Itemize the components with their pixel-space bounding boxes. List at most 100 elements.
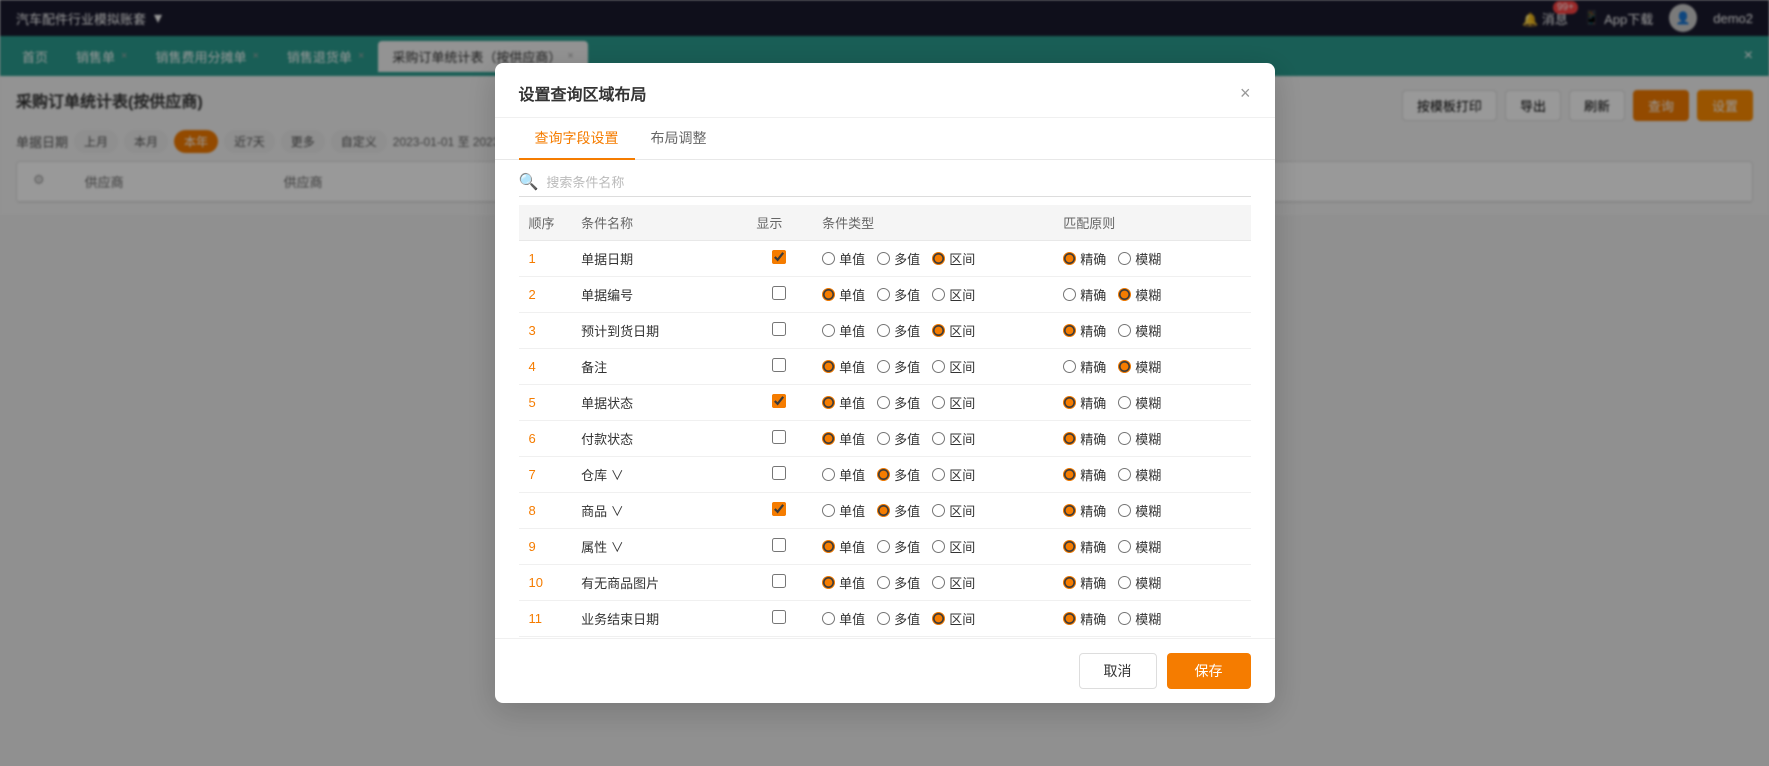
type-radio-label[interactable]: 区间: [932, 249, 975, 268]
show-checkbox[interactable]: [772, 322, 786, 336]
match-radio-label[interactable]: 精确: [1063, 501, 1106, 520]
type-radio[interactable]: [932, 360, 945, 373]
match-radio-label[interactable]: 精确: [1063, 321, 1106, 340]
type-radio[interactable]: [932, 468, 945, 481]
type-radio[interactable]: [932, 540, 945, 553]
match-radio[interactable]: [1118, 288, 1131, 301]
match-radio-label[interactable]: 精确: [1063, 393, 1106, 412]
type-radio[interactable]: [932, 576, 945, 589]
type-radio-label[interactable]: 区间: [932, 537, 975, 556]
type-radio-label[interactable]: 单值: [822, 393, 865, 412]
type-radio[interactable]: [822, 504, 835, 517]
type-radio-label[interactable]: 多值: [877, 321, 920, 340]
type-radio[interactable]: [877, 324, 890, 337]
match-radio[interactable]: [1063, 576, 1076, 589]
type-radio-label[interactable]: 区间: [932, 393, 975, 412]
type-radio-label[interactable]: 单值: [822, 357, 865, 376]
type-radio-label[interactable]: 多值: [877, 573, 920, 592]
show-checkbox[interactable]: [772, 250, 786, 264]
match-radio[interactable]: [1063, 252, 1076, 265]
type-radio-label[interactable]: 单值: [822, 573, 865, 592]
type-radio[interactable]: [822, 576, 835, 589]
match-radio-label[interactable]: 模糊: [1118, 429, 1161, 448]
match-radio-label[interactable]: 模糊: [1118, 393, 1161, 412]
type-radio[interactable]: [822, 432, 835, 445]
type-radio[interactable]: [877, 432, 890, 445]
type-radio-label[interactable]: 区间: [932, 465, 975, 484]
type-radio[interactable]: [932, 252, 945, 265]
type-radio[interactable]: [822, 324, 835, 337]
match-radio-label[interactable]: 精确: [1063, 429, 1106, 448]
type-radio[interactable]: [877, 612, 890, 625]
match-radio[interactable]: [1118, 468, 1131, 481]
type-radio-label[interactable]: 单值: [822, 465, 865, 484]
match-radio-label[interactable]: 精确: [1063, 609, 1106, 628]
match-radio[interactable]: [1063, 612, 1076, 625]
type-radio-label[interactable]: 区间: [932, 321, 975, 340]
type-radio[interactable]: [932, 504, 945, 517]
type-radio-label[interactable]: 区间: [932, 357, 975, 376]
match-radio-label[interactable]: 模糊: [1118, 609, 1161, 628]
type-radio-label[interactable]: 多值: [877, 465, 920, 484]
show-checkbox[interactable]: [772, 466, 786, 480]
type-radio[interactable]: [877, 540, 890, 553]
match-radio[interactable]: [1063, 396, 1076, 409]
match-radio[interactable]: [1118, 612, 1131, 625]
save-btn[interactable]: 保存: [1167, 653, 1251, 689]
match-radio[interactable]: [1118, 504, 1131, 517]
match-radio[interactable]: [1063, 288, 1076, 301]
type-radio[interactable]: [877, 468, 890, 481]
type-radio[interactable]: [877, 252, 890, 265]
type-radio-label[interactable]: 区间: [932, 609, 975, 628]
type-radio[interactable]: [822, 396, 835, 409]
match-radio[interactable]: [1063, 324, 1076, 337]
match-radio[interactable]: [1118, 432, 1131, 445]
type-radio[interactable]: [877, 360, 890, 373]
type-radio[interactable]: [877, 396, 890, 409]
type-radio-label[interactable]: 单值: [822, 537, 865, 556]
match-radio-label[interactable]: 模糊: [1118, 537, 1161, 556]
type-radio-label[interactable]: 多值: [877, 501, 920, 520]
type-radio[interactable]: [932, 612, 945, 625]
type-radio-label[interactable]: 单值: [822, 609, 865, 628]
modal-overlay[interactable]: 设置查询区域布局 × 查询字段设置 布局调整 🔍 顺序 条件名称 显示: [0, 0, 1769, 766]
match-radio[interactable]: [1118, 252, 1131, 265]
match-radio-label[interactable]: 精确: [1063, 537, 1106, 556]
tab-query-fields[interactable]: 查询字段设置: [519, 118, 635, 160]
type-radio-label[interactable]: 多值: [877, 249, 920, 268]
match-radio-label[interactable]: 模糊: [1118, 249, 1161, 268]
type-radio[interactable]: [822, 288, 835, 301]
match-radio-label[interactable]: 精确: [1063, 465, 1106, 484]
match-radio-label[interactable]: 模糊: [1118, 357, 1161, 376]
type-radio-label[interactable]: 区间: [932, 573, 975, 592]
type-radio-label[interactable]: 区间: [932, 501, 975, 520]
type-radio-label[interactable]: 单值: [822, 321, 865, 340]
match-radio[interactable]: [1063, 468, 1076, 481]
type-radio-label[interactable]: 单值: [822, 501, 865, 520]
type-radio-label[interactable]: 多值: [877, 609, 920, 628]
match-radio[interactable]: [1118, 540, 1131, 553]
type-radio[interactable]: [932, 396, 945, 409]
type-radio[interactable]: [822, 540, 835, 553]
type-radio-label[interactable]: 多值: [877, 429, 920, 448]
show-checkbox[interactable]: [772, 358, 786, 372]
type-radio-label[interactable]: 多值: [877, 357, 920, 376]
match-radio[interactable]: [1118, 360, 1131, 373]
show-checkbox[interactable]: [772, 430, 786, 444]
type-radio[interactable]: [877, 504, 890, 517]
show-checkbox[interactable]: [772, 538, 786, 552]
match-radio[interactable]: [1118, 324, 1131, 337]
type-radio[interactable]: [877, 576, 890, 589]
match-radio-label[interactable]: 模糊: [1118, 573, 1161, 592]
cancel-btn[interactable]: 取消: [1079, 653, 1157, 689]
type-radio-label[interactable]: 单值: [822, 429, 865, 448]
match-radio-label[interactable]: 精确: [1063, 285, 1106, 304]
type-radio-label[interactable]: 多值: [877, 285, 920, 304]
match-radio[interactable]: [1118, 396, 1131, 409]
type-radio-label[interactable]: 多值: [877, 537, 920, 556]
type-radio[interactable]: [877, 288, 890, 301]
show-checkbox[interactable]: [772, 394, 786, 408]
match-radio[interactable]: [1063, 540, 1076, 553]
match-radio-label[interactable]: 模糊: [1118, 501, 1161, 520]
type-radio[interactable]: [822, 468, 835, 481]
